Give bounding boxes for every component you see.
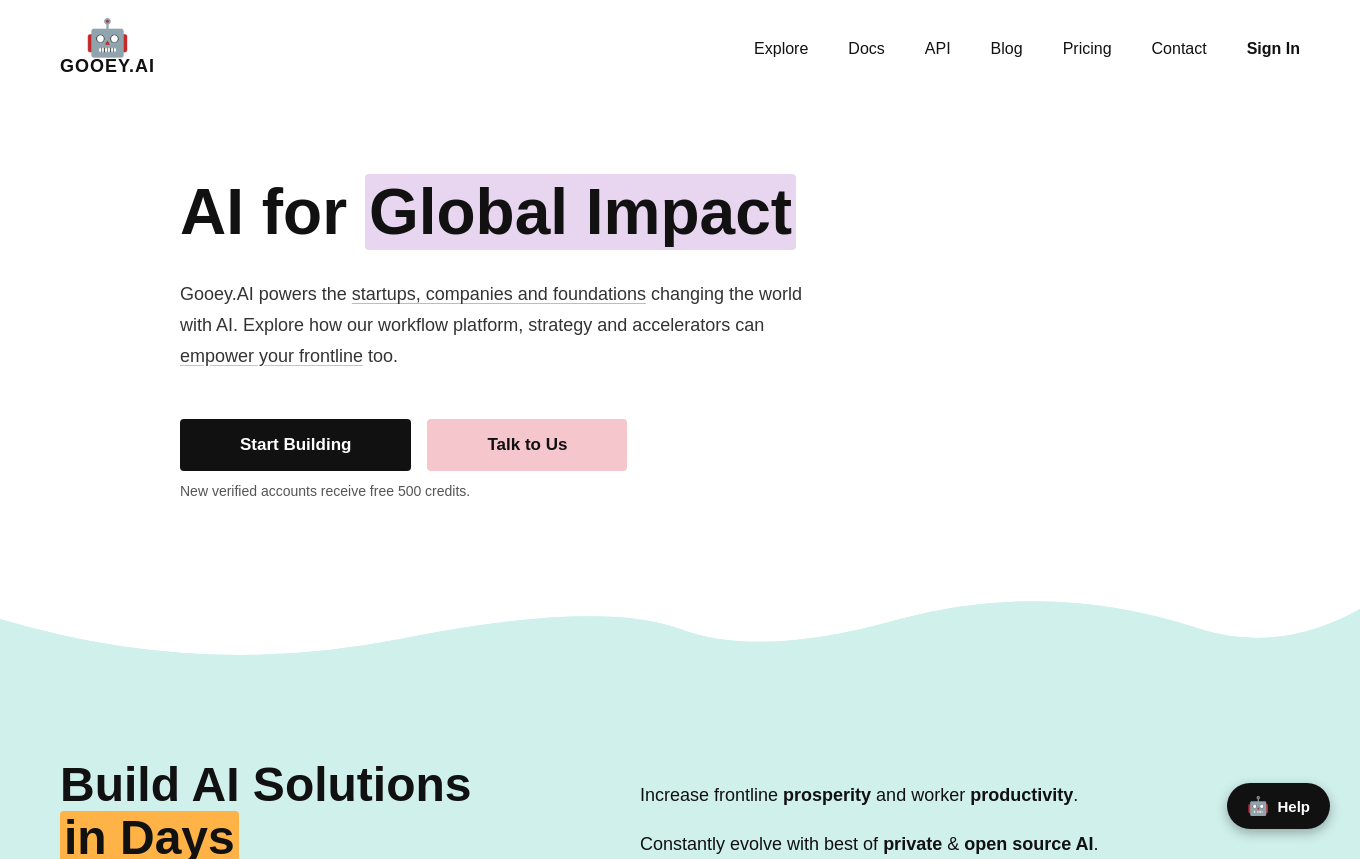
wave-divider <box>0 559 1360 679</box>
lower-title-part2: in Days <box>60 811 239 859</box>
hero-section: AI for Global Impact Gooey.AI powers the… <box>0 97 1360 619</box>
lower-section: Build AI Solutions in Days Increase fron… <box>0 679 1360 859</box>
hero-description: Gooey.AI powers the startups, companies … <box>180 279 830 371</box>
hero-desc-highlighted2: empower your frontline <box>180 346 363 366</box>
lower-desc-2-bold2: open source AI <box>964 834 1093 854</box>
main-nav: Explore Docs API Blog Pricing Contact Si… <box>754 40 1300 58</box>
help-robot-icon: 🤖 <box>1247 795 1269 817</box>
nav-signin[interactable]: Sign In <box>1247 40 1300 58</box>
nav-api[interactable]: API <box>925 40 951 58</box>
help-button[interactable]: 🤖 Help <box>1227 783 1330 829</box>
lower-desc-2-end: . <box>1094 834 1099 854</box>
lower-title: Build AI Solutions in Days <box>60 759 560 859</box>
nav-blog[interactable]: Blog <box>991 40 1023 58</box>
lower-desc-1-end: . <box>1073 785 1078 805</box>
lower-desc-1-plain2: and worker <box>871 785 970 805</box>
nav-explore[interactable]: Explore <box>754 40 808 58</box>
lower-desc-2-plain1: Constantly evolve with best of <box>640 834 883 854</box>
hero-desc-part1: Gooey.AI powers the <box>180 284 352 304</box>
lower-desc-1-bold1: prosperity <box>783 785 871 805</box>
logo-text: GOOEY.AI <box>60 56 155 77</box>
hero-title-plain: AI for <box>180 176 365 248</box>
lower-right: Increase frontline prosperity and worker… <box>640 759 1240 859</box>
nav-contact[interactable]: Contact <box>1152 40 1207 58</box>
help-label: Help <box>1277 798 1310 815</box>
lower-title-part1: Build AI Solutions <box>60 758 472 811</box>
hero-desc-part3: too. <box>363 346 398 366</box>
start-building-button[interactable]: Start Building <box>180 419 411 471</box>
hero-title-highlighted: Global Impact <box>365 174 796 250</box>
teal-section: Build AI Solutions in Days Increase fron… <box>0 559 1360 859</box>
logo[interactable]: 🤖 GOOEY.AI <box>60 20 155 77</box>
lower-desc-2-plain2: & <box>942 834 964 854</box>
lower-desc-2-bold1: private <box>883 834 942 854</box>
lower-desc-line2: Constantly evolve with best of private &… <box>640 828 1240 859</box>
hero-note: New verified accounts receive free 500 c… <box>180 483 1300 499</box>
header: 🤖 GOOEY.AI Explore Docs API Blog Pricing… <box>0 0 1360 97</box>
nav-docs[interactable]: Docs <box>848 40 884 58</box>
hero-buttons: Start Building Talk to Us <box>180 419 1300 471</box>
lower-left: Build AI Solutions in Days <box>60 759 560 859</box>
talk-to-us-button[interactable]: Talk to Us <box>427 419 627 471</box>
logo-robot-icon: 🤖 <box>85 20 130 56</box>
hero-desc-highlighted1: startups, companies and foundations <box>352 284 646 304</box>
hero-title: AI for Global Impact <box>180 177 880 247</box>
lower-desc-1-plain1: Increase frontline <box>640 785 783 805</box>
lower-desc-1-bold2: productivity <box>970 785 1073 805</box>
nav-pricing[interactable]: Pricing <box>1063 40 1112 58</box>
lower-desc-line1: Increase frontline prosperity and worker… <box>640 779 1240 811</box>
